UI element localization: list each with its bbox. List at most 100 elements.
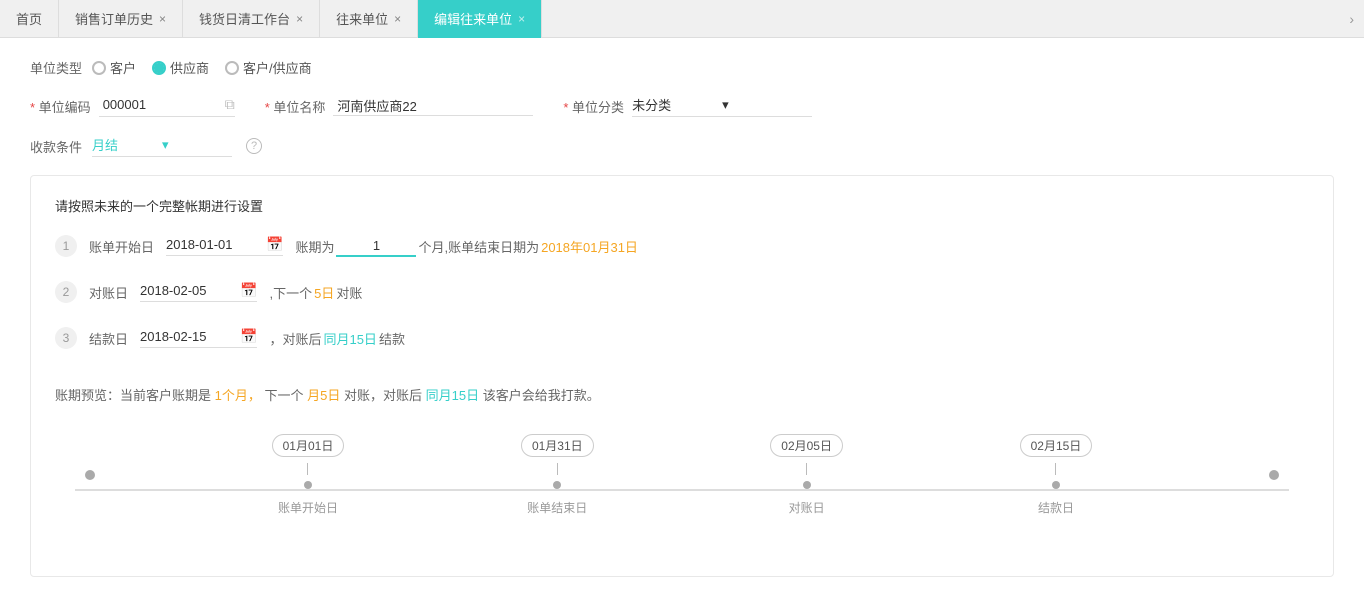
radio-circle-customer: [92, 61, 106, 75]
step-1-desc-prefix: 账期为: [295, 237, 334, 256]
timeline-node-3: 02月15日 结款日: [1020, 434, 1093, 516]
unit-class-select[interactable]: 未分类 ▾: [632, 95, 812, 117]
step-1-desc-suffix: 个月,账单结束日期为: [418, 237, 539, 256]
tab-arrow[interactable]: ›: [1339, 11, 1364, 27]
period-input[interactable]: [336, 236, 416, 257]
timeline-start: [85, 470, 95, 480]
end-dot: [1269, 470, 1279, 480]
preview-reconcile-suffix: 对账，对账后: [344, 388, 422, 403]
tab-sales-history-label: 销售订单历史: [75, 9, 153, 28]
step-2-desc-prefix: ,下一个: [269, 283, 312, 302]
preview-reconcile-prefix: 下一个: [265, 388, 304, 403]
payment-select[interactable]: 月结 ▾: [92, 135, 232, 157]
step-3-desc: ，对账后 同月15日 结款: [269, 329, 405, 348]
timeline-nodes: 01月01日 账单开始日 01月31日 账单结束日 02月05日 对账日: [85, 434, 1279, 516]
payment-label: 收款条件: [30, 137, 82, 156]
unit-type-label: 单位类型: [30, 58, 82, 77]
tab-partner-label: 往来单位: [336, 9, 388, 28]
step-1-end-date: 2018年01月31日: [541, 237, 638, 256]
step-1-row: 1 账单开始日 📅 账期为 个月,账单结束日期为 2018年01月31日: [55, 235, 1309, 257]
close-icon[interactable]: ×: [159, 12, 166, 26]
close-icon[interactable]: ×: [518, 12, 525, 26]
timeline-node-1: 01月31日 账单结束日: [521, 434, 594, 516]
node-pill-1: 01月31日: [521, 434, 594, 457]
unit-code-label: 单位编码: [30, 97, 91, 116]
settings-title: 请按照未来的一个完整帐期进行设置: [55, 196, 1309, 215]
node-label-3: 结款日: [1038, 499, 1074, 516]
step-2-number: 2: [55, 281, 77, 303]
tab-cash-work-label: 钱货日清工作台: [199, 9, 290, 28]
tab-edit-partner[interactable]: 编辑往来单位 ×: [418, 0, 542, 38]
preview-payment-highlight: 同月15日: [426, 388, 479, 403]
tab-cash-work[interactable]: 钱货日清工作台 ×: [183, 0, 320, 38]
step-3-number: 3: [55, 327, 77, 349]
radio-supplier[interactable]: 供应商: [152, 58, 209, 77]
step-3-day-highlight: 同月15日: [323, 329, 376, 348]
radio-customer[interactable]: 客户: [92, 58, 136, 77]
tab-home[interactable]: 首页: [0, 0, 59, 38]
unit-code-input-wrapper: ⧉: [99, 95, 235, 117]
node-label-0: 账单开始日: [278, 499, 338, 516]
step-1-date-input: 📅: [166, 236, 283, 256]
unit-type-radio-group: 客户 供应商 客户/供应商: [92, 58, 312, 77]
tab-bar: 首页 销售订单历史 × 钱货日清工作台 × 往来单位 × 编辑往来单位 × ›: [0, 0, 1364, 38]
close-icon[interactable]: ×: [394, 12, 401, 26]
settings-panel: 请按照未来的一个完整帐期进行设置 1 账单开始日 📅 账期为 个月,账单结束日期…: [30, 175, 1334, 577]
preview-reconcile-highlight: 月5日: [307, 388, 340, 403]
start-dot: [85, 470, 95, 480]
chevron-down-icon: ▾: [722, 97, 812, 113]
radio-both[interactable]: 客户/供应商: [225, 58, 312, 77]
step-3-date-input: 📅: [140, 328, 257, 348]
tab-sales-history[interactable]: 销售订单历史 ×: [59, 0, 183, 38]
timeline-node-0: 01月01日 账单开始日: [272, 434, 345, 516]
step-3-label: 结款日: [89, 329, 128, 348]
node-label-1: 账单结束日: [527, 499, 587, 516]
unit-class-label: 单位分类: [563, 97, 624, 116]
tab-edit-partner-label: 编辑往来单位: [434, 9, 512, 28]
node-pill-3: 02月15日: [1020, 434, 1093, 457]
radio-supplier-label: 供应商: [170, 58, 209, 77]
step-2-date-input: 📅: [140, 282, 257, 302]
step-2-label: 对账日: [89, 283, 128, 302]
radio-both-label: 客户/供应商: [243, 58, 312, 77]
step-1-date-field[interactable]: [166, 237, 256, 252]
unit-class-group: 单位分类 未分类 ▾: [563, 95, 812, 117]
timeline-end: [1269, 470, 1279, 480]
step-2-day-highlight: 5日: [314, 283, 334, 302]
calendar-icon[interactable]: 📅: [240, 328, 257, 345]
step-2-desc-suffix: 对账: [336, 283, 362, 302]
unit-class-value: 未分类: [632, 95, 722, 114]
step-3-date-field[interactable]: [140, 329, 230, 344]
unit-name-label: 单位名称: [265, 97, 326, 116]
unit-code-group: 单位编码 ⧉: [30, 95, 235, 117]
tab-partner[interactable]: 往来单位 ×: [320, 0, 418, 38]
unit-code-input[interactable]: [99, 95, 219, 114]
step-2-row: 2 对账日 📅 ,下一个 5日 对账: [55, 281, 1309, 303]
radio-circle-supplier: [152, 61, 166, 75]
main-content: 单位类型 客户 供应商 客户/供应商 单位编码 ⧉ 单位名: [0, 38, 1364, 613]
node-label-2: 对账日: [789, 499, 825, 516]
node-pill-0: 01月01日: [272, 434, 345, 457]
unit-name-input[interactable]: [333, 96, 533, 116]
help-icon[interactable]: ?: [246, 138, 262, 154]
chevron-down-icon: ▾: [162, 137, 232, 153]
close-icon[interactable]: ×: [296, 12, 303, 26]
unit-name-group: 单位名称: [265, 96, 534, 116]
preview-period: 1个月，: [215, 388, 261, 403]
node-pill-2: 02月05日: [770, 434, 843, 457]
timeline: 01月01日 账单开始日 01月31日 账单结束日 02月05日 对账日: [55, 424, 1309, 556]
copy-icon[interactable]: ⧉: [225, 96, 235, 113]
calendar-icon[interactable]: 📅: [240, 282, 257, 299]
step-3-desc-prefix: ，对账后: [269, 329, 321, 348]
step-2-date-field[interactable]: [140, 283, 230, 298]
preview-row: 账期预览：当前客户账期是 1个月， 下一个 月5日 对账，对账后 同月15日 该…: [55, 373, 1309, 424]
payment-row: 收款条件 月结 ▾ ?: [30, 135, 1334, 157]
step-1-label: 账单开始日: [89, 237, 154, 256]
payment-value: 月结: [92, 135, 162, 154]
step-3-row: 3 结款日 📅 ，对账后 同月15日 结款: [55, 327, 1309, 349]
tab-home-label: 首页: [16, 9, 42, 28]
preview-label: 账期预览：当前客户账期是: [55, 388, 211, 403]
radio-circle-both: [225, 61, 239, 75]
calendar-icon[interactable]: 📅: [266, 236, 283, 253]
radio-customer-label: 客户: [110, 58, 136, 77]
